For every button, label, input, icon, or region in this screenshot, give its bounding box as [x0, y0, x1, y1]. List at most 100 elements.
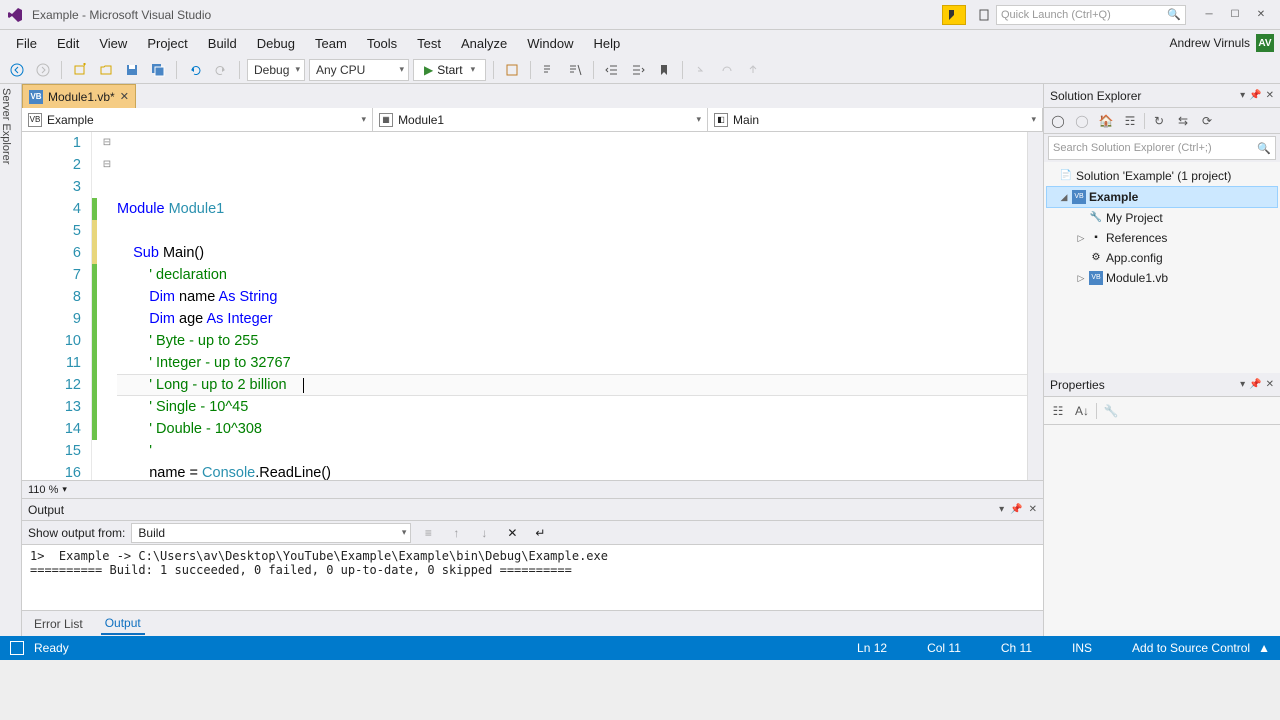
- menu-build[interactable]: Build: [198, 33, 247, 54]
- tab-output[interactable]: Output: [101, 613, 145, 635]
- output-header: Output ▾ 📌 ✕: [22, 499, 1043, 521]
- save-all-button[interactable]: [147, 59, 169, 81]
- se-scope-button[interactable]: ☶: [1120, 111, 1140, 131]
- uncomment-button[interactable]: [564, 59, 586, 81]
- module-icon: ▦: [379, 113, 393, 127]
- solution-search-input[interactable]: Search Solution Explorer (Ctrl+;) 🔍: [1048, 136, 1276, 160]
- start-button[interactable]: ▶Start▾: [413, 59, 486, 81]
- output-content[interactable]: 1> Example -> C:\Users\av\Desktop\YouTub…: [22, 545, 1043, 610]
- fold-column[interactable]: ⊟⊟: [97, 132, 117, 480]
- open-file-button[interactable]: [95, 59, 117, 81]
- output-close-icon[interactable]: ✕: [1029, 504, 1037, 515]
- output-dropdown-icon[interactable]: ▾: [999, 504, 1004, 515]
- user-badge[interactable]: AV: [1256, 34, 1274, 52]
- code-content[interactable]: Module Module1 Sub Main() ' declaration …: [117, 132, 1027, 480]
- bookmark-button[interactable]: [653, 59, 675, 81]
- tab-error-list[interactable]: Error List: [30, 614, 87, 634]
- se-home-button[interactable]: ◯: [1048, 111, 1068, 131]
- scm-arrow-icon[interactable]: ▲: [1258, 641, 1270, 655]
- tree-item-appconfig[interactable]: ⚙App.config: [1046, 248, 1278, 268]
- se-refresh-button[interactable]: ↻: [1149, 111, 1169, 131]
- tree-item-module1[interactable]: ▷VBModule1.vb: [1046, 268, 1278, 288]
- menubar: File Edit View Project Build Debug Team …: [0, 30, 1280, 56]
- prop-alpha-button[interactable]: A↓: [1072, 401, 1092, 421]
- step-into-button[interactable]: [690, 59, 712, 81]
- nav-back-button[interactable]: [6, 59, 28, 81]
- status-icon: [10, 641, 24, 655]
- browser-link-button[interactable]: [501, 59, 523, 81]
- code-editor[interactable]: 123456789101112131415161718 ⊟⊟ Module Mo…: [22, 132, 1043, 480]
- se-sync-button[interactable]: ⟳: [1197, 111, 1217, 131]
- output-goto-button[interactable]: ≡: [417, 522, 439, 544]
- menu-help[interactable]: Help: [584, 33, 631, 54]
- menu-tools[interactable]: Tools: [357, 33, 407, 54]
- tree-project[interactable]: ◢VBExample: [1046, 186, 1278, 208]
- new-project-button[interactable]: [69, 59, 91, 81]
- decrease-indent-button[interactable]: [601, 59, 623, 81]
- output-toolbar: Show output from: Build ≡ ↑ ↓ ✕ ↵: [22, 521, 1043, 545]
- menu-test[interactable]: Test: [407, 33, 451, 54]
- menu-team[interactable]: Team: [305, 33, 357, 54]
- menu-view[interactable]: View: [89, 33, 137, 54]
- output-wrap-button[interactable]: ↵: [529, 522, 551, 544]
- menu-analyze[interactable]: Analyze: [451, 33, 517, 54]
- solution-tree[interactable]: 📄Solution 'Example' (1 project) ◢VBExamp…: [1044, 162, 1280, 373]
- nav-container-dropdown[interactable]: ▦Module1: [373, 108, 708, 131]
- step-over-button[interactable]: [716, 59, 738, 81]
- menu-project[interactable]: Project: [137, 33, 197, 54]
- nav-member-dropdown[interactable]: ◧Main: [708, 108, 1043, 131]
- close-button[interactable]: ✕: [1250, 6, 1272, 24]
- menu-window[interactable]: Window: [517, 33, 583, 54]
- undo-button[interactable]: [184, 59, 206, 81]
- code-nav-bar: VBExample ▦Module1 ◧Main: [22, 108, 1043, 132]
- server-explorer-tab[interactable]: Server Explorer: [0, 84, 22, 636]
- search-icon: 🔍: [1167, 8, 1181, 21]
- se-back-button[interactable]: ◯: [1072, 111, 1092, 131]
- platform-dropdown[interactable]: Any CPU: [309, 59, 409, 81]
- config-dropdown[interactable]: Debug: [247, 59, 305, 81]
- nav-scope-dropdown[interactable]: VBExample: [22, 108, 373, 131]
- tree-solution[interactable]: 📄Solution 'Example' (1 project): [1046, 166, 1278, 186]
- status-scm[interactable]: Add to Source Control: [1132, 641, 1250, 655]
- tree-item-references[interactable]: ▷▪References: [1046, 228, 1278, 248]
- file-tab-module1[interactable]: VB Module1.vb* ✕: [22, 84, 136, 108]
- output-clear-button[interactable]: ✕: [501, 522, 523, 544]
- vertical-scrollbar[interactable]: [1027, 132, 1043, 480]
- status-line: Ln 12: [857, 641, 887, 655]
- redo-button[interactable]: [210, 59, 232, 81]
- zoom-level[interactable]: 110 %: [28, 484, 58, 496]
- se-close-icon[interactable]: ✕: [1266, 90, 1274, 101]
- se-collapse-button[interactable]: ⇆: [1173, 111, 1193, 131]
- menu-file[interactable]: File: [6, 33, 47, 54]
- prop-categorized-button[interactable]: ☷: [1048, 401, 1068, 421]
- se-dropdown-icon[interactable]: ▾: [1240, 90, 1245, 101]
- nav-forward-button[interactable]: [32, 59, 54, 81]
- prop-pin-icon[interactable]: 📌: [1249, 379, 1261, 390]
- comment-button[interactable]: [538, 59, 560, 81]
- se-home-icon[interactable]: 🏠: [1096, 111, 1116, 131]
- feedback-icon[interactable]: [942, 5, 966, 25]
- quick-launch-input[interactable]: Quick Launch (Ctrl+Q) 🔍: [996, 5, 1186, 25]
- output-next-button[interactable]: ↓: [473, 522, 495, 544]
- notification-icon[interactable]: [976, 7, 992, 23]
- minimize-button[interactable]: ─: [1198, 6, 1220, 24]
- user-name[interactable]: Andrew Virnuls: [1170, 36, 1250, 50]
- menu-debug[interactable]: Debug: [247, 33, 305, 54]
- maximize-button[interactable]: ☐: [1224, 6, 1246, 24]
- increase-indent-button[interactable]: [627, 59, 649, 81]
- se-pin-icon[interactable]: 📌: [1249, 90, 1261, 101]
- vb-file-icon: VB: [1089, 271, 1103, 285]
- prop-events-button[interactable]: 🔧: [1101, 401, 1121, 421]
- prop-dropdown-icon[interactable]: ▾: [1240, 379, 1245, 390]
- tree-item-myproject[interactable]: 🔧My Project: [1046, 208, 1278, 228]
- menu-edit[interactable]: Edit: [47, 33, 89, 54]
- step-out-button[interactable]: [742, 59, 764, 81]
- close-tab-icon[interactable]: ✕: [120, 90, 129, 103]
- window-title: Example - Microsoft Visual Studio: [32, 8, 942, 22]
- output-prev-button[interactable]: ↑: [445, 522, 467, 544]
- save-button[interactable]: [121, 59, 143, 81]
- output-source-dropdown[interactable]: Build: [131, 523, 411, 543]
- output-pin-icon[interactable]: 📌: [1010, 504, 1022, 515]
- output-title: Output: [28, 503, 64, 517]
- prop-close-icon[interactable]: ✕: [1266, 379, 1274, 390]
